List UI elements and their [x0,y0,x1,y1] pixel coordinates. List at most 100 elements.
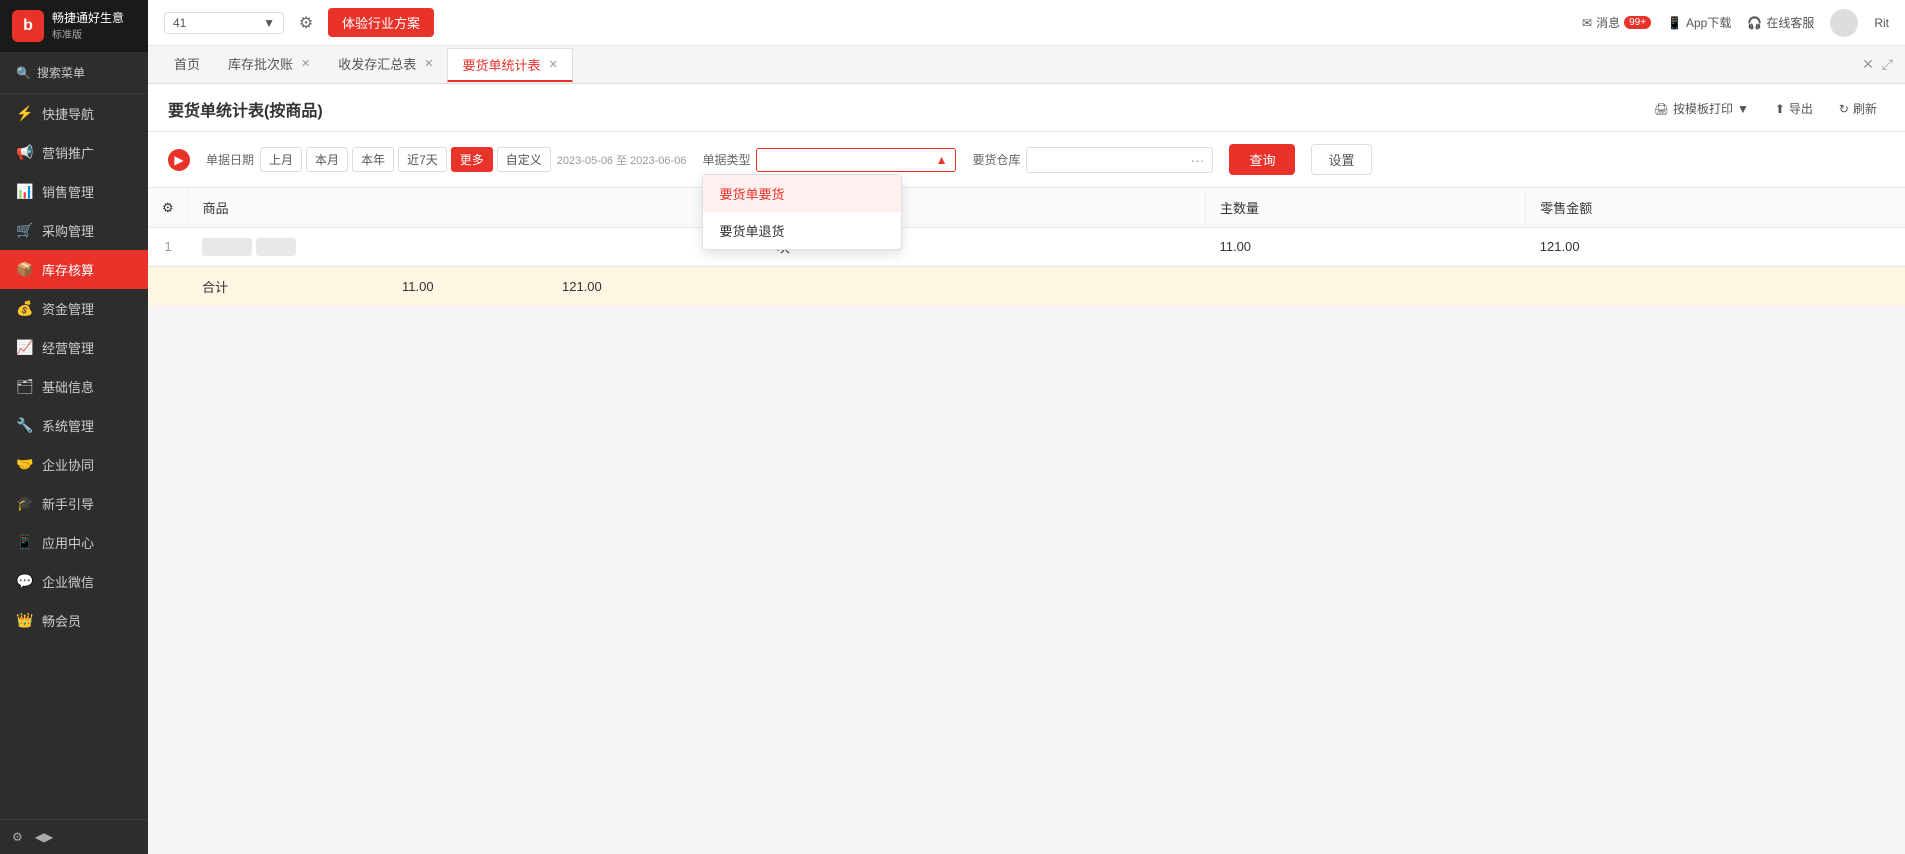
th-settings[interactable]: ⚙ [148,188,188,228]
footer-total-label: 合计 [162,277,362,296]
sidebar-item-label: 经营管理 [42,338,94,357]
enterprise-wechat-icon: 💬 [16,573,34,590]
tab-home[interactable]: 首页 [160,48,214,81]
sidebar-item-operations[interactable]: 📈 经营管理 [0,328,148,367]
export-btn[interactable]: ⬆ 导出 [1767,96,1821,121]
message-icon: ✉ [1582,16,1592,30]
store-selector[interactable]: 41 ▼ [164,12,284,34]
table-settings-icon[interactable]: ⚙ [162,200,174,215]
date-btns: 上月 本月 本年 近7天 更多 自定义 [260,147,551,172]
sidebar-search-area[interactable]: 🔍 搜索菜单 [0,52,148,94]
warehouse-filter-input[interactable] [1035,153,1190,167]
sidebar-item-finance[interactable]: 💰 资金管理 [0,289,148,328]
search-menu-btn[interactable]: 🔍 搜索菜单 [10,60,138,85]
filter-expand-btn[interactable]: ▶ [168,149,190,171]
date-filter-label: 单据日期 [206,151,254,168]
th-product: 商品 [188,188,763,228]
dropdown-item-requisition-return[interactable]: 要货单退货 [703,212,901,249]
phone-icon: 📱 [1667,16,1682,30]
filter-area: ▶ 单据日期 上月 本月 本年 近7天 更多 自定义 2023-05-06 至 … [148,132,1905,188]
tab-stock-batch-close[interactable]: ✕ [301,57,310,70]
topbar-settings-btn[interactable]: ⚙ [292,9,320,37]
message-btn[interactable]: ✉ 消息 99+ [1582,14,1651,31]
type-filter-select[interactable]: ▲ [756,148,956,172]
export-icon: ⬆ [1775,102,1785,116]
tab-close-all-btn[interactable]: ✕ [1862,56,1874,73]
sidebar-item-purchase[interactable]: 🛒 采购管理 [0,211,148,250]
sidebar-item-enterprise-wechat[interactable]: 💬 企业微信 [0,562,148,601]
sidebar-item-sys-manage[interactable]: 🔧 系统管理 [0,406,148,445]
tab-receive-summary[interactable]: 收发存汇总表 ✕ [324,48,447,81]
sidebar-item-members[interactable]: 👑 畅会员 [0,601,148,640]
newbie-icon: 🎓 [16,495,34,512]
online-service-btn[interactable]: 🎧 在线客服 [1747,14,1814,31]
tab-requisition-stats-close[interactable]: ✕ [549,58,558,71]
operations-icon: 📈 [16,339,34,356]
sidebar-item-label: 畅会员 [42,611,81,630]
app-name: 畅捷通好生意 [52,11,124,27]
sidebar-collapse-btn[interactable]: ◀▶ [35,830,53,844]
print-icon: 🖨 [1654,102,1669,116]
warehouse-filter-group: 要货仓库 ··· [972,147,1213,173]
tab-requisition-stats-label: 要货单统计表 [462,55,540,74]
table-header-row: ⚙ 商品 主计量单位 主数量 零售金额 [148,188,1905,228]
logo-text-block: 畅捷通好生意 标准版 [52,11,124,42]
user-avatar[interactable] [1830,9,1858,37]
sidebar-item-label: 系统管理 [42,416,94,435]
set-btn[interactable]: 设置 [1311,144,1371,175]
sidebar-item-inventory[interactable]: 📦 库存核算 [0,250,148,289]
tab-expand-btn[interactable]: ⤢ [1882,56,1893,73]
sidebar-item-app-center[interactable]: 📱 应用中心 [0,523,148,562]
dropdown-item-requisition-order[interactable]: 要货单要货 [703,175,901,212]
user-name: Rit [1874,16,1889,30]
type-select-arrow-icon[interactable]: ▲ [936,153,948,167]
sidebar-item-label: 采购管理 [42,221,94,240]
date-btn-this-year[interactable]: 本年 [352,147,394,172]
topbar-left: 41 ▼ ⚙ 体验行业方案 [164,8,1570,37]
sidebar-item-newbie[interactable]: 🎓 新手引导 [0,484,148,523]
footer-total-qty: 11.00 [402,279,522,294]
chevron-down-icon: ▼ [263,16,275,30]
store-id: 41 [173,16,186,30]
sidebar-item-base-info[interactable]: 🗂 基础信息 [0,367,148,406]
sidebar-item-label: 应用中心 [42,533,94,552]
date-btn-custom[interactable]: 自定义 [497,147,551,172]
sidebar-settings-btn[interactable]: ⚙ [12,830,23,844]
filter-type-wrapper: 单据类型 ▲ 要货单要货 要货单退货 [702,148,956,172]
sidebar-item-sales[interactable]: 📊 销售管理 [0,172,148,211]
date-filter-group: 单据日期 上月 本月 本年 近7天 更多 自定义 2023-05-06 至 20… [206,147,686,172]
app-center-icon: 📱 [16,534,34,551]
date-btn-this-month[interactable]: 本月 [306,147,348,172]
type-filter-label: 单据类型 [702,151,750,168]
query-btn[interactable]: 查询 [1229,144,1295,175]
date-btn-last-month[interactable]: 上月 [260,147,302,172]
sidebar-item-label: 企业协同 [42,455,94,474]
td-product [188,228,763,266]
trial-btn[interactable]: 体验行业方案 [328,8,434,37]
app-download-btn[interactable]: 📱 App下载 [1667,14,1731,31]
sidebar-item-marketing[interactable]: 📢 营销推广 [0,133,148,172]
date-btn-7days[interactable]: 近7天 [398,147,447,172]
search-icon: 🔍 [16,66,31,80]
page-title: 要货单统计表(按商品) [168,97,323,131]
date-btn-more[interactable]: 更多 [451,147,493,172]
app-logo: b 畅捷通好生意 标准版 [0,0,148,52]
online-service-label: 在线客服 [1766,14,1814,31]
sidebar-item-quick-nav[interactable]: ⚡ 快捷导航 [0,94,148,133]
tab-requisition-stats[interactable]: 要货单统计表 ✕ [447,48,572,82]
type-filter-input[interactable] [765,153,935,167]
expand-icon: ▶ [174,153,183,167]
page-content: 要货单统计表(按商品) 🖨 按模板打印 ▼ ⬆ 导出 ↻ 刷新 [148,84,1905,854]
print-arrow-icon: ▼ [1737,102,1749,116]
sidebar-item-label: 新手引导 [42,494,94,513]
table-footer: 合计 11.00 121.00 [148,266,1905,306]
tab-stock-batch[interactable]: 库存批次账 ✕ [214,48,324,81]
sidebar-item-enterprise[interactable]: 🤝 企业协同 [0,445,148,484]
tab-receive-summary-close[interactable]: ✕ [424,57,433,70]
table-container: ⚙ 商品 主计量单位 主数量 零售金额 1 [148,188,1905,266]
print-btn[interactable]: 🖨 按模板打印 ▼ [1646,96,1757,121]
refresh-btn[interactable]: ↻ 刷新 [1831,96,1885,121]
app-sub: 标准版 [52,26,124,41]
tab-home-label: 首页 [174,54,200,73]
warehouse-more-icon[interactable]: ··· [1190,152,1204,168]
